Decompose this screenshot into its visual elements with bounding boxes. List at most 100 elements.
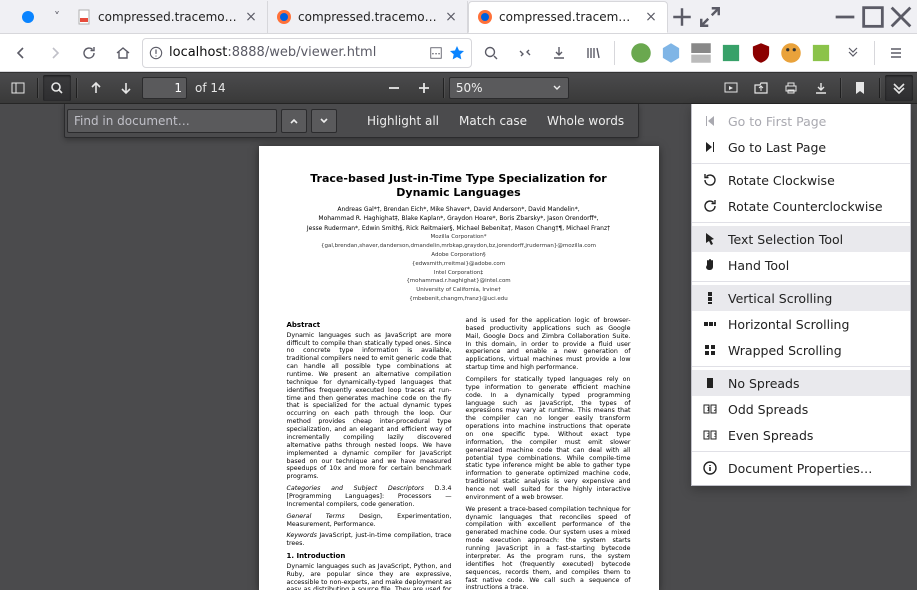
svg-text:1: 1 — [707, 407, 710, 413]
secondary-toolbar-toggle[interactable] — [885, 75, 913, 101]
new-tab-button[interactable] — [668, 3, 696, 31]
browser-tab[interactable]: compressed.tracemonke × — [468, 1, 668, 33]
browser-tab[interactable]: compressed.tracemonkey-p × — [68, 1, 268, 33]
affiliation: {edwsmith,rreitmai}@adobe.com — [287, 261, 631, 268]
paragraph: and is used for the application logic of… — [466, 317, 631, 372]
zoom-out-button[interactable] — [380, 75, 408, 101]
extension-7-icon[interactable] — [808, 40, 834, 66]
svg-text:3: 3 — [714, 433, 717, 439]
firefox-favicon-icon — [276, 9, 292, 25]
section-heading: Categories and Subject Descriptors — [287, 485, 424, 492]
page-total-label: of 14 — [195, 81, 226, 95]
window-minimize-button[interactable] — [831, 3, 859, 31]
downloads-button[interactable] — [544, 38, 574, 68]
pdf-toolbar: of 14 50% — [0, 72, 917, 104]
close-icon[interactable]: × — [243, 9, 259, 25]
rotate-ccw-icon — [702, 198, 718, 214]
address-bar[interactable]: localhost:8888/web/viewer.html ••• — [142, 38, 472, 68]
affiliation: Mozilla Corporation* — [287, 234, 631, 241]
library-button[interactable] — [578, 38, 608, 68]
menu-hand-tool[interactable]: Hand Tool — [692, 252, 910, 278]
window-maximize-button[interactable] — [859, 3, 887, 31]
spread-odd-icon: 12 — [702, 401, 718, 417]
expand-window-icon[interactable] — [696, 3, 724, 31]
menu-spread-even[interactable]: 23Even Spreads — [692, 422, 910, 448]
find-prev-button[interactable] — [281, 109, 307, 133]
tab-label: compressed.tracemonke — [499, 10, 637, 24]
section-heading: Keywords — [287, 532, 317, 539]
site-info-icon[interactable] — [149, 46, 163, 60]
home-button[interactable] — [108, 38, 138, 68]
find-input[interactable] — [67, 109, 277, 133]
url-text: localhost:8888/web/viewer.html — [169, 45, 423, 60]
extension-4-icon[interactable] — [718, 40, 744, 66]
browser-tab[interactable]: compressed.tracemonke × — [268, 1, 468, 33]
overflow-icon[interactable] — [838, 38, 868, 68]
reload-button[interactable] — [74, 38, 104, 68]
extension-2-icon[interactable] — [658, 40, 684, 66]
rotate-cw-icon — [702, 172, 718, 188]
download-button[interactable] — [807, 75, 835, 101]
permissions-icon[interactable]: ••• — [429, 46, 443, 60]
open-file-button[interactable] — [747, 75, 775, 101]
bookmark-star-icon[interactable] — [449, 45, 465, 61]
zoom-in-button[interactable] — [410, 75, 438, 101]
menu-spread-none[interactable]: No Spreads — [692, 370, 910, 396]
firefox-account-dot[interactable] — [22, 11, 34, 23]
secondary-toolbar-menu: Go to First Page Go to Last Page Rotate … — [691, 104, 911, 486]
menu-spread-odd[interactable]: 12Odd Spreads — [692, 396, 910, 422]
menu-doc-properties[interactable]: Document Properties… — [692, 455, 910, 481]
menu-scroll-wrapped[interactable]: Wrapped Scrolling — [692, 337, 910, 363]
extension-6-icon[interactable] — [778, 40, 804, 66]
back-button[interactable] — [6, 38, 36, 68]
find-toggle-button[interactable] — [43, 75, 71, 101]
menu-rotate-ccw[interactable]: Rotate Counterclockwise — [692, 193, 910, 219]
window-close-button[interactable] — [887, 3, 915, 31]
affiliation: {mbebenit,changm,franz}@uci.edu — [287, 296, 631, 303]
highlight-all-toggle[interactable]: Highlight all — [359, 109, 447, 133]
tab-label: compressed.tracemonke — [298, 10, 437, 24]
extension-1-icon[interactable] — [628, 40, 654, 66]
ublock-icon[interactable] — [748, 40, 774, 66]
hand-icon — [702, 257, 718, 273]
search-button[interactable] — [476, 38, 506, 68]
tab-label: compressed.tracemonkey-p — [98, 10, 237, 24]
app-menu-button[interactable] — [881, 38, 911, 68]
close-icon[interactable]: × — [643, 9, 659, 25]
svg-text:2: 2 — [714, 407, 717, 413]
menu-last-page[interactable]: Go to Last Page — [692, 134, 910, 160]
authors-line: Andreas Gal*†, Brendan Eich*, Mike Shave… — [287, 206, 631, 214]
affiliation: {gal,brendan,shaver,danderson,dmandelin,… — [287, 243, 631, 250]
prev-page-button[interactable] — [82, 75, 110, 101]
svg-text:•••: ••• — [431, 51, 440, 57]
pdf-page: Trace-based Just-in-Time Type Specializa… — [259, 146, 659, 590]
menu-rotate-cw[interactable]: Rotate Clockwise — [692, 167, 910, 193]
extension-3-icon[interactable] — [688, 40, 714, 66]
find-next-button[interactable] — [311, 109, 337, 133]
scroll-wrapped-icon — [702, 342, 718, 358]
menu-scroll-horizontal[interactable]: Horizontal Scrolling — [692, 311, 910, 337]
paragraph: Dynamic languages such as JavaScript, Py… — [287, 563, 452, 590]
close-icon[interactable]: × — [443, 9, 459, 25]
match-case-toggle[interactable]: Match case — [451, 109, 535, 133]
menu-text-select-tool[interactable]: Text Selection Tool — [692, 226, 910, 252]
last-page-icon — [702, 139, 718, 155]
menu-scroll-vertical[interactable]: Vertical Scrolling — [692, 285, 910, 311]
print-button[interactable] — [777, 75, 805, 101]
whole-words-toggle[interactable]: Whole words — [539, 109, 632, 133]
bookmark-button[interactable] — [846, 75, 874, 101]
next-page-button[interactable] — [112, 75, 140, 101]
tab-list-dropdown-icon[interactable]: ˅ — [46, 10, 68, 24]
paragraph: Dynamic languages such as JavaScript are… — [287, 332, 452, 481]
first-page-icon — [702, 113, 718, 129]
scroll-vertical-icon — [702, 290, 718, 306]
devtools-button[interactable] — [510, 38, 540, 68]
zoom-select[interactable]: 50% — [449, 77, 569, 99]
page-number-input[interactable] — [142, 77, 187, 99]
menu-first-page: Go to First Page — [692, 108, 910, 134]
sidebar-toggle-button[interactable] — [4, 75, 32, 101]
affiliation: {mohammad.r.haghighat}@intel.com — [287, 278, 631, 285]
section-heading: General Terms — [287, 513, 345, 520]
find-bar: Highlight all Match case Whole words — [64, 104, 639, 138]
presentation-mode-button[interactable] — [717, 75, 745, 101]
